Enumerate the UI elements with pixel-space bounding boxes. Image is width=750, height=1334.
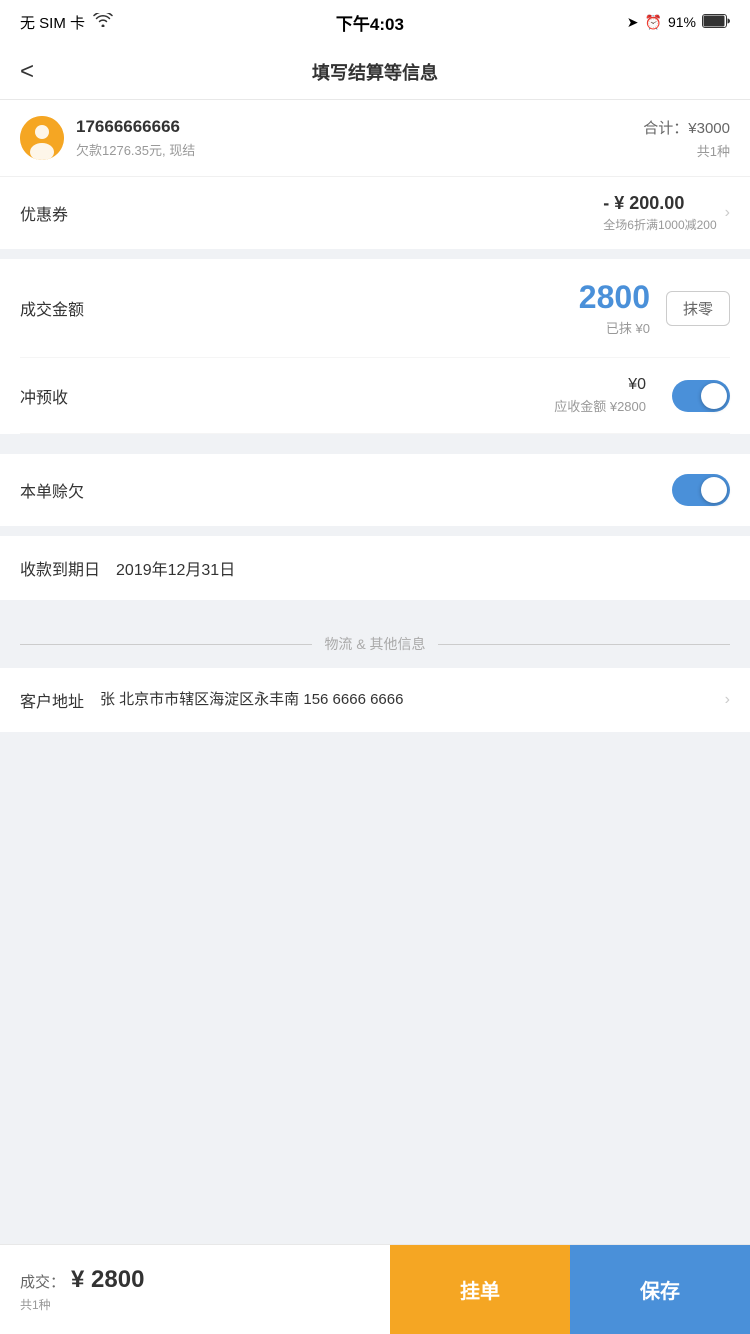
- address-label: 客户地址: [20, 688, 84, 712]
- page-title: 填写结算等信息: [312, 59, 438, 85]
- toggle-knob: [701, 383, 727, 409]
- prepay-label: 冲预收: [20, 384, 68, 408]
- address-value: 张 北京市市辖区海淀区永丰南 156 6666 6666: [100, 689, 717, 712]
- coupon-info: - ¥ 200.00 全场6折满1000减200: [603, 193, 716, 233]
- summary-amount: ¥ 2800: [71, 1266, 144, 1294]
- separator-2: [0, 610, 750, 620]
- no-sim-text: 无 SIM 卡: [20, 12, 85, 33]
- customer-info: 17666666666 欠款1276.35元, 现结: [76, 117, 195, 159]
- customer-left: 17666666666 欠款1276.35元, 现结: [20, 116, 195, 160]
- prepay-row: 冲预收 ¥0 应收金额 ¥2800: [20, 358, 730, 434]
- customer-row: 17666666666 欠款1276.35元, 现结 合计：¥3000 共1种: [0, 100, 750, 176]
- total-count: 共1种: [643, 141, 730, 160]
- total-label: 合计：¥3000: [643, 117, 730, 138]
- customer-coupon-card: 17666666666 欠款1276.35元, 现结 合计：¥3000 共1种 …: [0, 100, 750, 249]
- deal-label: 成交金额: [20, 296, 84, 320]
- wifi-icon: [93, 13, 113, 31]
- back-icon: <: [20, 58, 34, 85]
- prepay-right: ¥0 应收金额 ¥2800: [554, 376, 730, 415]
- battery-icon: [702, 14, 730, 31]
- location-icon: ➤: [627, 14, 639, 31]
- status-left: 无 SIM 卡: [20, 12, 113, 33]
- bottom-summary: 成交： ¥ 2800 共1种: [0, 1266, 390, 1313]
- deal-amount-col: 2800 已抹 ¥0: [579, 279, 650, 337]
- chevron-right-icon: ›: [725, 204, 730, 222]
- save-button[interactable]: 保存: [570, 1245, 750, 1334]
- alarm-icon: ⏰: [645, 14, 662, 31]
- coupon-right: - ¥ 200.00 全场6折满1000减200 ›: [603, 193, 730, 233]
- address-chevron-icon: ›: [725, 691, 730, 709]
- debt-toggle-knob: [701, 477, 727, 503]
- summary-count: 共1种: [20, 1296, 370, 1313]
- nav-bar: < 填写结算等信息: [0, 44, 750, 100]
- debt-row: 本单赊欠: [0, 454, 750, 526]
- deal-right: 2800 已抹 ¥0 抹零: [579, 279, 730, 337]
- divider-text: 物流 & 其他信息: [324, 634, 425, 654]
- avatar: [20, 116, 64, 160]
- amount-section: 成交金额 2800 已抹 ¥0 抹零 冲预收 ¥0 应收金额 ¥2800: [0, 259, 750, 434]
- divider-line-right: [438, 644, 730, 645]
- status-right: ➤ ⏰ 91%: [627, 14, 730, 31]
- divider-line-left: [20, 644, 312, 645]
- hold-button[interactable]: 挂单: [390, 1245, 570, 1334]
- battery-text: 91%: [668, 14, 696, 30]
- prepay-values: ¥0 应收金额 ¥2800: [554, 376, 646, 415]
- coupon-discount: - ¥ 200.00: [603, 193, 716, 214]
- customer-debt: 欠款1276.35元, 现结: [76, 140, 195, 159]
- summary-label: 成交：: [20, 1271, 65, 1292]
- due-label: 收款到期日: [20, 556, 100, 580]
- coupon-label: 优惠券: [20, 201, 68, 225]
- prepay-toggle[interactable]: [672, 380, 730, 412]
- section-divider: 物流 & 其他信息: [0, 620, 750, 668]
- prepay-value: ¥0: [554, 376, 646, 394]
- prepay-sub: 应收金额 ¥2800: [554, 396, 646, 415]
- address-row[interactable]: 客户地址 张 北京市市辖区海淀区永丰南 156 6666 6666 ›: [0, 668, 750, 732]
- status-bar: 无 SIM 卡 下午4:03 ➤ ⏰ 91%: [0, 0, 750, 44]
- back-button[interactable]: <: [20, 58, 34, 86]
- summary-row: 成交： ¥ 2800: [20, 1266, 370, 1294]
- status-time: 下午4:03: [336, 10, 404, 35]
- due-date-row: 收款到期日 2019年12月31日: [0, 536, 750, 600]
- coupon-detail: 全场6折满1000减200: [603, 216, 716, 233]
- debt-label: 本单赊欠: [20, 478, 84, 502]
- bottom-bar: 成交： ¥ 2800 共1种 挂单 保存: [0, 1244, 750, 1334]
- deal-value: 2800: [579, 279, 650, 316]
- customer-phone: 17666666666: [76, 117, 195, 137]
- customer-total: 合计：¥3000 共1种: [643, 117, 730, 160]
- debt-toggle[interactable]: [672, 474, 730, 506]
- content: 17666666666 欠款1276.35元, 现结 合计：¥3000 共1种 …: [0, 100, 750, 832]
- separator-1: [0, 444, 750, 454]
- deal-amount-row: 成交金额 2800 已抹 ¥0 抹零: [20, 259, 730, 358]
- deal-sub: 已抹 ¥0: [579, 318, 650, 337]
- due-value: 2019年12月31日: [116, 556, 235, 580]
- coupon-row[interactable]: 优惠券 - ¥ 200.00 全场6折满1000减200 ›: [0, 176, 750, 249]
- round-button[interactable]: 抹零: [666, 291, 730, 326]
